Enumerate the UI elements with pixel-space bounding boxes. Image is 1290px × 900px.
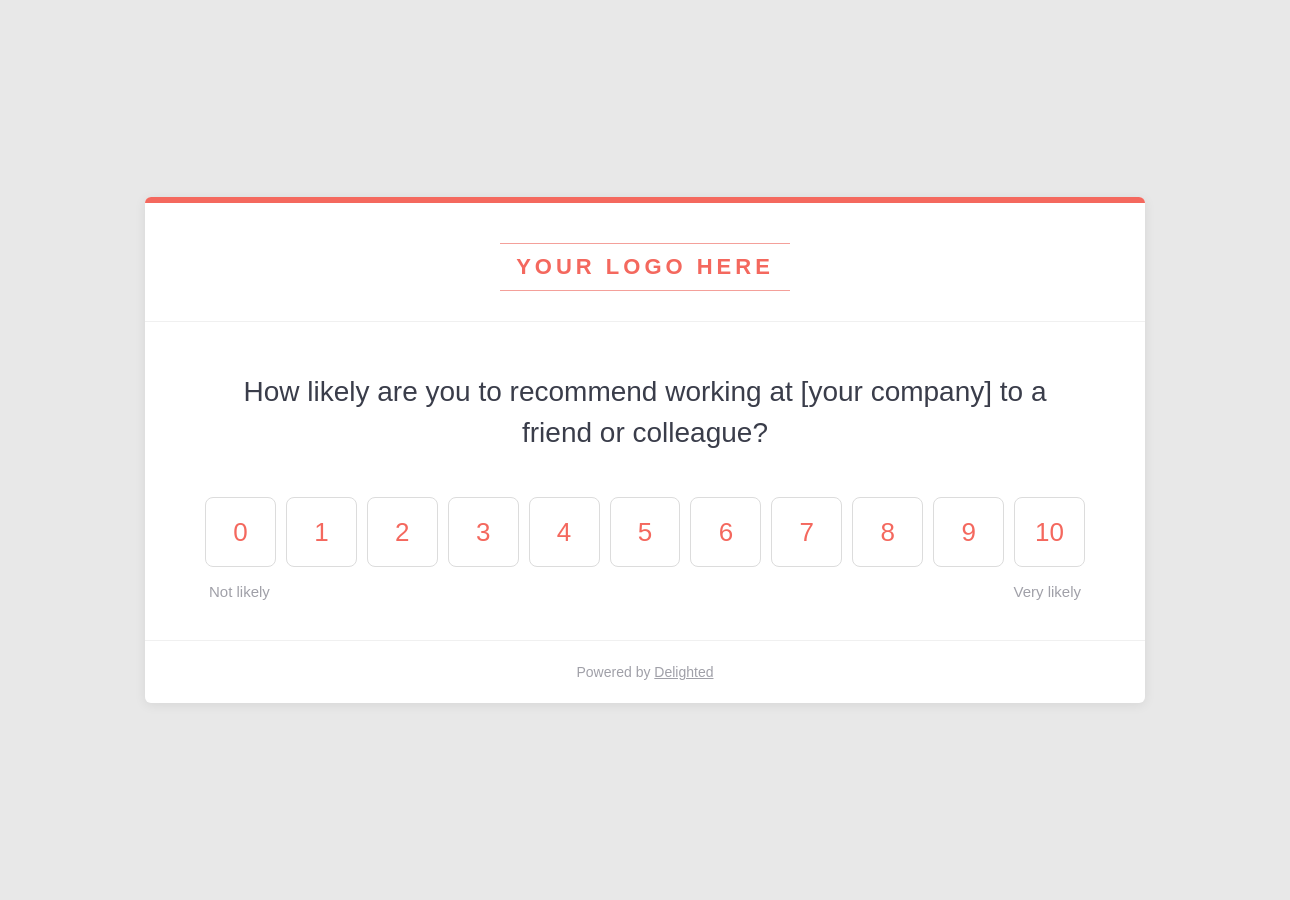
survey-body: How likely are you to recommend working … [145, 322, 1145, 640]
rating-button-9[interactable]: 9 [933, 497, 1004, 567]
rating-button-0[interactable]: 0 [205, 497, 276, 567]
rating-button-7[interactable]: 7 [771, 497, 842, 567]
rating-button-2[interactable]: 2 [367, 497, 438, 567]
rating-button-10[interactable]: 10 [1014, 497, 1085, 567]
rating-button-8[interactable]: 8 [852, 497, 923, 567]
scale-label-low: Not likely [209, 583, 270, 600]
logo-section: YOUR LOGO HERE [145, 203, 1145, 322]
logo-text: YOUR LOGO HERE [516, 250, 774, 284]
delighted-link[interactable]: Delighted [654, 664, 713, 680]
rating-scale: 012345678910 [205, 497, 1085, 567]
scale-label-high: Very likely [1013, 583, 1081, 600]
rating-button-6[interactable]: 6 [690, 497, 761, 567]
scale-labels: Not likely Very likely [205, 583, 1085, 600]
logo-line-top [500, 243, 790, 244]
powered-by-text: Powered by Delighted [577, 664, 714, 680]
rating-button-3[interactable]: 3 [448, 497, 519, 567]
rating-button-1[interactable]: 1 [286, 497, 357, 567]
logo-placeholder: YOUR LOGO HERE [500, 243, 790, 291]
survey-question: How likely are you to recommend working … [205, 372, 1085, 453]
rating-button-4[interactable]: 4 [529, 497, 600, 567]
card-footer: Powered by Delighted [145, 640, 1145, 703]
survey-card: YOUR LOGO HERE How likely are you to rec… [145, 197, 1145, 703]
logo-line-bottom [500, 290, 790, 291]
rating-button-5[interactable]: 5 [610, 497, 681, 567]
